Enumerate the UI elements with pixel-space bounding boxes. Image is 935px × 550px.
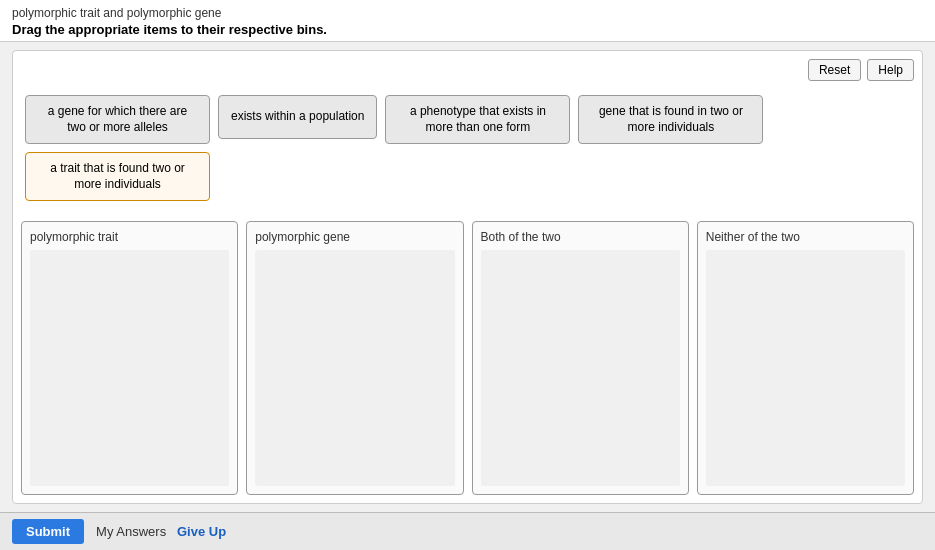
bin-both[interactable]: Both of the two: [472, 221, 689, 495]
drag-item-5[interactable]: a trait that is found two or more indivi…: [25, 152, 210, 201]
bin-content-1: [30, 250, 229, 486]
bin-polymorphic-gene[interactable]: polymorphic gene: [246, 221, 463, 495]
page-wrapper: polymorphic trait and polymorphic gene D…: [0, 0, 935, 550]
reset-button[interactable]: Reset: [808, 59, 861, 81]
drag-item-3[interactable]: a phenotype that exists in more than one…: [385, 95, 570, 144]
bin-label-2: polymorphic gene: [255, 230, 454, 244]
bin-content-4: [706, 250, 905, 486]
help-button[interactable]: Help: [867, 59, 914, 81]
draggable-area: a gene for which there are two or more a…: [21, 91, 914, 205]
drag-item-2[interactable]: exists within a population: [218, 95, 377, 139]
bin-content-2: [255, 250, 454, 486]
toolbar: Reset Help: [21, 59, 914, 81]
bins-area: polymorphic trait polymorphic gene Both …: [21, 221, 914, 495]
bottom-links: My Answers Give Up: [96, 524, 226, 539]
main-area: Reset Help a gene for which there are tw…: [12, 50, 923, 504]
bin-label-3: Both of the two: [481, 230, 680, 244]
bin-neither[interactable]: Neither of the two: [697, 221, 914, 495]
page-title: Drag the appropriate items to their resp…: [12, 22, 923, 37]
bottom-bar: Submit My Answers Give Up: [0, 512, 935, 550]
top-bar: polymorphic trait and polymorphic gene D…: [0, 0, 935, 42]
bin-label-1: polymorphic trait: [30, 230, 229, 244]
bin-content-3: [481, 250, 680, 486]
drag-item-1[interactable]: a gene for which there are two or more a…: [25, 95, 210, 144]
give-up-link[interactable]: Give Up: [177, 524, 226, 539]
drag-item-4[interactable]: gene that is found in two or more indivi…: [578, 95, 763, 144]
page-subtitle: polymorphic trait and polymorphic gene: [12, 6, 923, 20]
bin-label-4: Neither of the two: [706, 230, 905, 244]
submit-button[interactable]: Submit: [12, 519, 84, 544]
my-answers-label: My Answers: [96, 524, 166, 539]
bin-polymorphic-trait[interactable]: polymorphic trait: [21, 221, 238, 495]
